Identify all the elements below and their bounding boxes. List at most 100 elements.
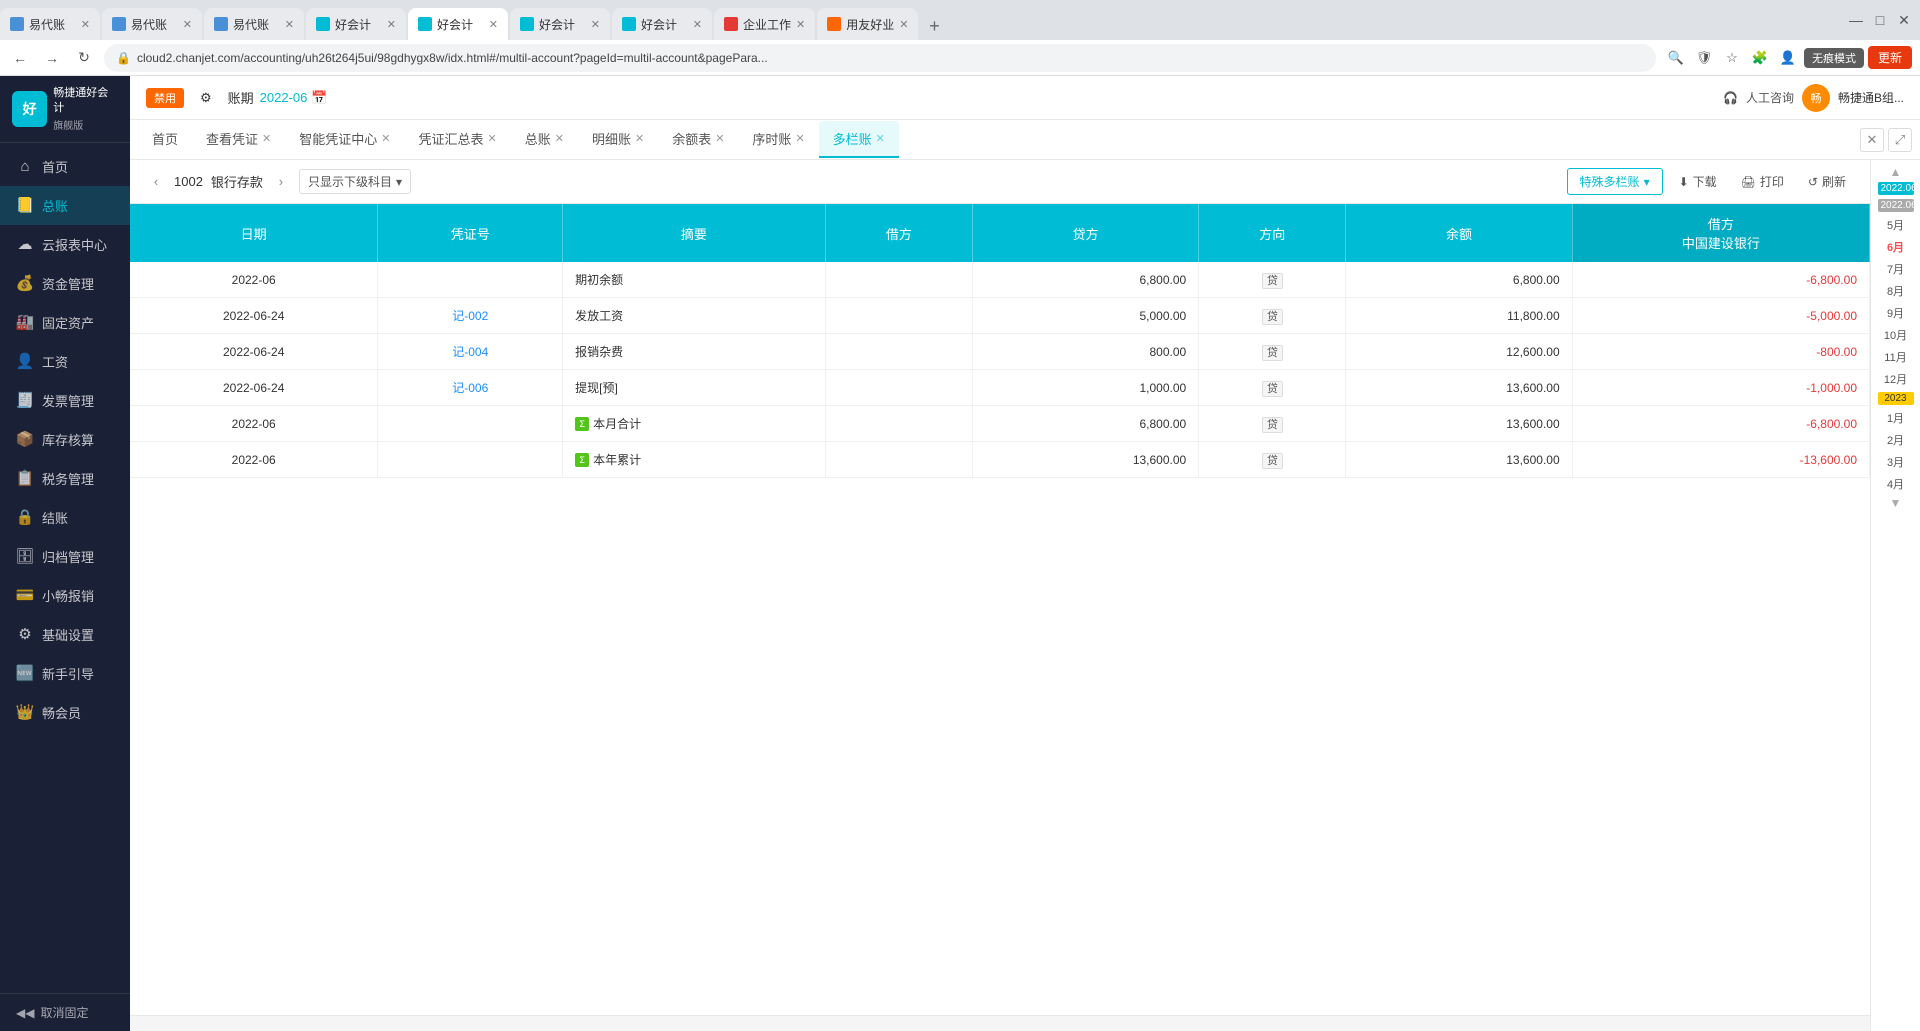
timeline-month-2023-3月[interactable]: 3月 bbox=[1878, 451, 1914, 473]
timeline-scroll-down[interactable]: ▼ bbox=[1884, 495, 1908, 511]
sidebar-item-settings[interactable]: ⚙基础设置 bbox=[0, 615, 130, 654]
tab-close-icon[interactable]: ✕ bbox=[285, 18, 294, 31]
prev-account-button[interactable]: ‹ bbox=[146, 172, 166, 192]
timeline-month-5月[interactable]: 5月 bbox=[1878, 214, 1914, 236]
tab-close-icon[interactable]: ✕ bbox=[796, 18, 805, 31]
nav-tab-close-detail-ledger[interactable]: ✕ bbox=[635, 132, 644, 145]
browser-tab-tab8[interactable]: 企业工作✕ bbox=[714, 8, 815, 40]
back-button[interactable]: ← bbox=[8, 46, 32, 70]
timeline-scroll-up[interactable]: ▲ bbox=[1884, 164, 1908, 180]
nav-tab-close-check-voucher[interactable]: ✕ bbox=[262, 132, 271, 145]
search-icon[interactable]: 🔍 bbox=[1664, 46, 1688, 70]
refresh-button[interactable]: ↺ 刷新 bbox=[1800, 169, 1854, 194]
unpin-button[interactable]: ◀◀ 取消固定 bbox=[0, 993, 130, 1031]
period-selector[interactable]: 账期 2022-06 📅 bbox=[228, 88, 328, 107]
profile-icon[interactable]: 👤 bbox=[1776, 46, 1800, 70]
tab-close-icon[interactable]: ✕ bbox=[899, 18, 908, 31]
nav-tab-close-seq-ledger[interactable]: ✕ bbox=[795, 132, 804, 145]
sidebar-item-home[interactable]: ⌂首页 bbox=[0, 147, 130, 186]
sidebar-item-tax[interactable]: 📋税务管理 bbox=[0, 459, 130, 498]
minimize-button[interactable]: — bbox=[1848, 12, 1864, 28]
nav-tab-check-voucher[interactable]: 查看凭证✕ bbox=[192, 121, 285, 158]
nav-tab-close-smart-voucher[interactable]: ✕ bbox=[381, 132, 390, 145]
ledger-table-wrap[interactable]: 日期 凭证号 摘要 借方 贷方 方向 余额 借方中国建设银行 bbox=[130, 204, 1870, 1015]
browser-tab-tab5[interactable]: 好会计✕ bbox=[408, 8, 508, 40]
extensions-icon[interactable]: 🧩 bbox=[1748, 46, 1772, 70]
tab-close-icon[interactable]: ✕ bbox=[387, 18, 396, 31]
nav-tab-smart-voucher[interactable]: 智能凭证中心✕ bbox=[285, 121, 404, 158]
timeline-month-2023-2月[interactable]: 2月 bbox=[1878, 429, 1914, 451]
tab-close-icon[interactable]: ✕ bbox=[489, 18, 498, 31]
star-icon[interactable]: ☆ bbox=[1720, 46, 1744, 70]
maximize-button[interactable]: □ bbox=[1872, 12, 1888, 28]
sidebar-item-guide[interactable]: 🆕新手引导 bbox=[0, 654, 130, 693]
timeline-month-7月[interactable]: 7月 bbox=[1878, 258, 1914, 280]
tab-close-icon[interactable]: ✕ bbox=[183, 18, 192, 31]
sidebar-item-cloud-report[interactable]: ☁云报表中心 bbox=[0, 225, 130, 264]
settings-button[interactable]: ⚙ bbox=[200, 90, 212, 106]
download-button[interactable]: ⬇ 下载 bbox=[1671, 169, 1725, 194]
browser-tab-tab3[interactable]: 易代账✕ bbox=[204, 8, 304, 40]
close-window-button[interactable]: ✕ bbox=[1896, 12, 1912, 28]
timeline-month-2023-1月[interactable]: 1月 bbox=[1878, 407, 1914, 429]
update-button[interactable]: 更新 bbox=[1868, 46, 1912, 69]
sidebar-item-fund[interactable]: 💰资金管理 bbox=[0, 264, 130, 303]
timeline-month-8月[interactable]: 8月 bbox=[1878, 280, 1914, 302]
cell-voucher[interactable]: 记-002 bbox=[378, 298, 563, 334]
browser-tab-tab4[interactable]: 好会计✕ bbox=[306, 8, 406, 40]
browser-tab-tab2[interactable]: 易代账✕ bbox=[102, 8, 202, 40]
cell-direction: 贷 bbox=[1199, 370, 1346, 406]
next-account-button[interactable]: › bbox=[271, 172, 291, 192]
nav-tab-home[interactable]: 首页 bbox=[138, 121, 192, 158]
sidebar-item-ledger[interactable]: 📒总账 bbox=[0, 186, 130, 225]
table-row: 2022-06-24 记-006 提现[预] 1,000.00 贷 13,600… bbox=[130, 370, 1870, 406]
sidebar-item-close[interactable]: 🔒结账 bbox=[0, 498, 130, 537]
forward-button[interactable]: → bbox=[40, 46, 64, 70]
tab-close-icon[interactable]: ✕ bbox=[81, 18, 90, 31]
nav-tab-close-balance[interactable]: ✕ bbox=[715, 132, 724, 145]
timeline-month-11月[interactable]: 11月 bbox=[1878, 346, 1914, 368]
incognito-button[interactable]: 无痕模式 bbox=[1804, 48, 1864, 68]
new-tab-button[interactable]: + bbox=[920, 12, 948, 40]
nav-tab-detail-ledger[interactable]: 明细账✕ bbox=[578, 121, 658, 158]
sidebar-item-archive[interactable]: 🗄归档管理 bbox=[0, 537, 130, 576]
timeline-month-12月[interactable]: 12月 bbox=[1878, 368, 1914, 390]
url-box[interactable]: 🔒 cloud2.chanjet.com/accounting/uh26t264… bbox=[104, 44, 1656, 72]
timeline-month-2023-4月[interactable]: 4月 bbox=[1878, 473, 1914, 495]
timeline-month-9月[interactable]: 9月 bbox=[1878, 302, 1914, 324]
nav-tab-voucher-summary[interactable]: 凭证汇总表 ✕ bbox=[404, 121, 510, 158]
nav-tab-multi-ledger[interactable]: 多栏账✕ bbox=[819, 121, 899, 158]
shield-icon[interactable]: 🛡 bbox=[1692, 46, 1716, 70]
nav-tab-close-multi-ledger[interactable]: ✕ bbox=[876, 132, 885, 145]
nav-tab-seq-ledger[interactable]: 序时账✕ bbox=[738, 121, 818, 158]
reload-button[interactable]: ↻ bbox=[72, 46, 96, 70]
nav-tab-close-voucher-summary[interactable]: ✕ bbox=[488, 132, 497, 145]
filter-dropdown[interactable]: 只显示下级科目 ▾ bbox=[299, 169, 411, 194]
nav-tab-general-ledger[interactable]: 总账✕ bbox=[511, 121, 578, 158]
print-button[interactable]: 🖨 打印 bbox=[1733, 169, 1792, 194]
special-ledger-button[interactable]: 特殊多栏账 ▾ bbox=[1567, 168, 1663, 195]
browser-tab-tab1[interactable]: 易代账✕ bbox=[0, 8, 100, 40]
browser-tab-tab7[interactable]: 好会计✕ bbox=[612, 8, 712, 40]
tab-favicon bbox=[10, 17, 24, 31]
cell-voucher[interactable]: 记-004 bbox=[378, 334, 563, 370]
consult-label[interactable]: 人工咨询 bbox=[1746, 89, 1794, 106]
sidebar-item-invoice[interactable]: 🧾发票管理 bbox=[0, 381, 130, 420]
maximize-panel-button[interactable]: ⤢ bbox=[1888, 128, 1912, 152]
browser-tab-tab9[interactable]: 用友好业✕ bbox=[817, 8, 918, 40]
tab-close-icon[interactable]: ✕ bbox=[693, 18, 702, 31]
nav-tab-balance[interactable]: 余额表✕ bbox=[658, 121, 738, 158]
sidebar-item-fixed-assets[interactable]: 🏭固定资产 bbox=[0, 303, 130, 342]
timeline-month-10月[interactable]: 10月 bbox=[1878, 324, 1914, 346]
sidebar-item-salary[interactable]: 👤工资 bbox=[0, 342, 130, 381]
nav-tab-close-general-ledger[interactable]: ✕ bbox=[555, 132, 564, 145]
sidebar-item-inventory[interactable]: 📦库存核算 bbox=[0, 420, 130, 459]
tab-close-icon[interactable]: ✕ bbox=[591, 18, 600, 31]
sidebar-item-member[interactable]: 👑畅会员 bbox=[0, 693, 130, 732]
sidebar-item-expense[interactable]: 💳小畅报销 bbox=[0, 576, 130, 615]
nav-tab-label-voucher-summary: 凭证汇总表 bbox=[418, 129, 483, 148]
browser-tab-tab6[interactable]: 好会计✕ bbox=[510, 8, 610, 40]
cell-voucher[interactable]: 记-006 bbox=[378, 370, 563, 406]
timeline-month-6月[interactable]: 6月 bbox=[1878, 236, 1914, 258]
close-panel-button[interactable]: ✕ bbox=[1860, 128, 1884, 152]
